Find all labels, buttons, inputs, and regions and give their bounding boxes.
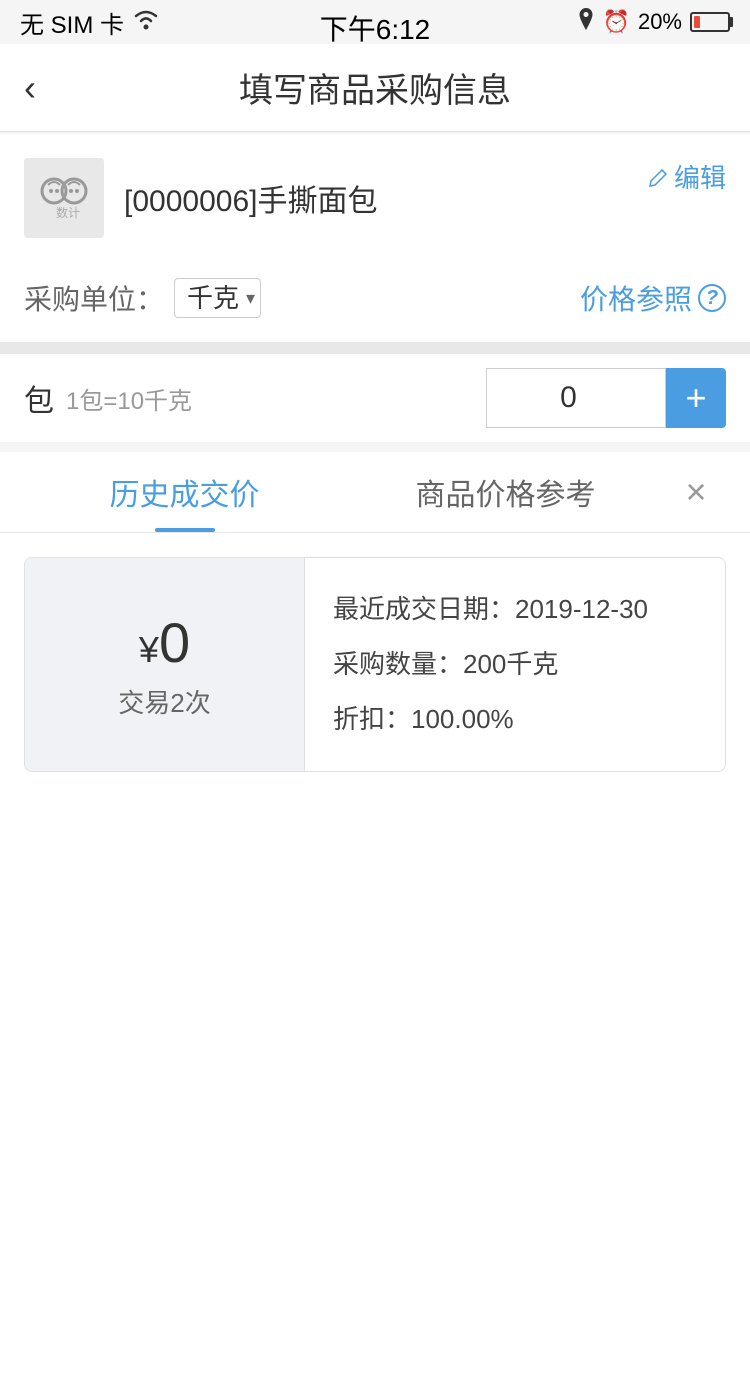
quantity-label: 包 1包=10千克 <box>24 376 192 420</box>
product-thumbnail: 数计 <box>24 158 104 238</box>
tab-active-indicator <box>155 528 215 532</box>
qty-label: 采购数量： <box>333 649 463 679</box>
back-button[interactable]: ‹ <box>24 67 36 109</box>
price-card: ¥0 交易2次 最近成交日期：2019-12-30 采购数量：200千克 折扣：… <box>24 557 726 772</box>
price-section: ¥0 交易2次 最近成交日期：2019-12-30 采购数量：200千克 折扣：… <box>0 533 750 796</box>
info-icon: ? <box>698 284 726 312</box>
recent-date-label: 最近成交日期： <box>333 594 515 624</box>
tabs-container: 历史成交价 商品价格参考 × <box>0 452 750 533</box>
price-amount: 0 <box>159 611 190 674</box>
battery-icon <box>690 12 730 32</box>
trade-count: 交易2次 <box>118 683 210 720</box>
quantity-row: 包 1包=10千克 + <box>0 354 750 442</box>
nav-bar: ‹ 填写商品采购信息 <box>0 44 750 132</box>
qty-conversion: 1包=10千克 <box>66 381 192 416</box>
product-unit-row: 采购单位： 千克 价格参照 ? <box>24 258 726 342</box>
recent-date-row: 最近成交日期：2019-12-30 <box>333 590 697 629</box>
price-ref-label: 价格参照 <box>580 278 692 318</box>
discount-value: 100.00% <box>411 704 514 734</box>
quantity-plus-button[interactable]: + <box>666 368 726 428</box>
section-divider <box>0 342 750 354</box>
battery-percent: 20% <box>638 9 682 35</box>
qty-row: 采购数量：200千克 <box>333 645 697 684</box>
status-time: 下午6:12 <box>320 8 431 48</box>
qty-unit-name: 包 <box>24 376 54 420</box>
tab-history-price[interactable]: 历史成交价 <box>24 452 345 532</box>
discount-row: 折扣：100.00% <box>333 700 697 739</box>
alarm-icon: ⏰ <box>603 9 630 35</box>
quantity-input-group: + <box>486 368 726 428</box>
product-name: [0000006]手撕面包 <box>124 176 377 220</box>
price-right-panel: 最近成交日期：2019-12-30 采购数量：200千克 折扣：100.00% <box>305 558 725 771</box>
tab-close-button[interactable]: × <box>666 452 726 532</box>
unit-label: 采购单位： <box>24 278 164 318</box>
svg-text:数计: 数计 <box>56 205 80 220</box>
page-fill <box>0 796 750 1396</box>
currency-symbol: ¥ <box>139 629 159 670</box>
status-left: 无 SIM 卡 <box>20 5 160 40</box>
unit-select-wrapper[interactable]: 千克 <box>174 278 261 318</box>
product-header: 数计 [0000006]手撕面包 编辑 <box>24 158 726 238</box>
status-bar: 无 SIM 卡 下午6:12 ⏰ 20% <box>0 0 750 44</box>
quantity-input[interactable] <box>486 368 666 428</box>
price-ref-button[interactable]: 价格参照 ? <box>580 278 726 318</box>
qty-value: 200千克 <box>463 649 558 679</box>
location-icon <box>577 8 595 36</box>
unit-select[interactable]: 千克 <box>174 278 261 318</box>
product-left: 数计 [0000006]手撕面包 <box>24 158 377 238</box>
sim-status: 无 SIM 卡 <box>20 5 124 40</box>
product-card: 数计 [0000006]手撕面包 编辑 采购单位： 千克 价格参照 ? <box>0 134 750 342</box>
page-title: 填写商品采购信息 <box>239 63 511 112</box>
price-value: ¥0 <box>139 610 190 675</box>
recent-date-value: 2019-12-30 <box>515 594 648 624</box>
status-right: ⏰ 20% <box>577 8 730 36</box>
wifi-icon <box>132 8 160 37</box>
discount-label: 折扣： <box>333 704 411 734</box>
unit-left: 采购单位： 千克 <box>24 278 261 318</box>
tab-price-ref[interactable]: 商品价格参考 <box>345 452 666 532</box>
price-left-panel: ¥0 交易2次 <box>25 558 305 771</box>
edit-button[interactable]: 编辑 <box>648 158 726 195</box>
